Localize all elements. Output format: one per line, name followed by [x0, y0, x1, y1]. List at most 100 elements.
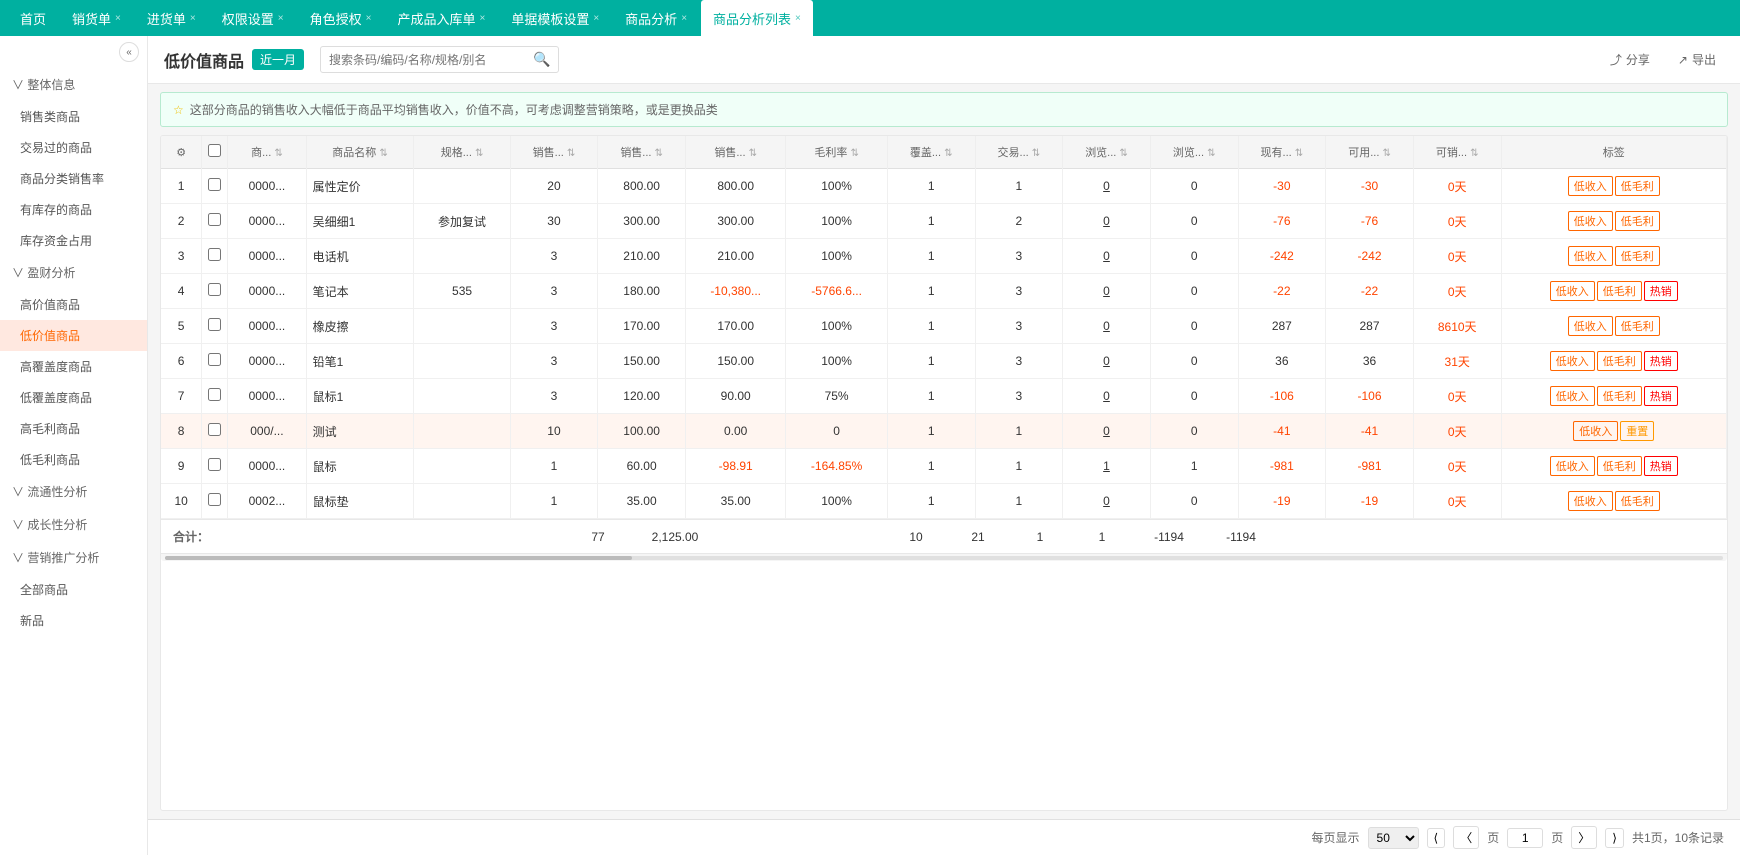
nav-close-icon[interactable]: ×: [278, 13, 284, 24]
sidebar-group-profit[interactable]: ∨ 盈财分析: [0, 256, 147, 289]
page-number-input[interactable]: [1507, 828, 1543, 848]
browse-link[interactable]: 0: [1103, 214, 1110, 228]
browse-link[interactable]: 0: [1103, 319, 1110, 333]
row-name[interactable]: 笔记本: [306, 274, 414, 309]
sidebar-item-low-value[interactable]: 低价值商品: [0, 320, 147, 351]
sidebar-group-liquidity[interactable]: ∨ 流通性分析: [0, 475, 147, 508]
sidebar-item-category-sales-rate[interactable]: 商品分类销售率: [0, 163, 147, 194]
sort-icon[interactable]: ⇅: [567, 148, 575, 159]
col-coverage: 覆盖... ⇅: [887, 136, 975, 169]
nav-close-icon[interactable]: ×: [681, 13, 687, 24]
sidebar-item-high-coverage[interactable]: 高覆盖度商品: [0, 351, 147, 382]
sort-icon[interactable]: ⇅: [1295, 148, 1303, 159]
browse-link[interactable]: 0: [1103, 494, 1110, 508]
sidebar-item-high-value[interactable]: 高价值商品: [0, 289, 147, 320]
row-checkbox[interactable]: [208, 353, 221, 366]
sort-icon[interactable]: ⇅: [274, 148, 282, 159]
sidebar-item-traded-products[interactable]: 交易过的商品: [0, 132, 147, 163]
nav-close-icon[interactable]: ×: [795, 13, 801, 24]
row-checkbox[interactable]: [208, 248, 221, 261]
sort-icon[interactable]: ⇅: [944, 148, 952, 159]
sidebar-item-stock-capital[interactable]: 库存资金占用: [0, 225, 147, 256]
nav-permission-settings[interactable]: 权限设置 ×: [210, 0, 296, 36]
select-all-checkbox[interactable]: [208, 144, 221, 157]
time-badge[interactable]: 近一月: [252, 49, 304, 70]
nav-home[interactable]: 首页: [8, 0, 58, 36]
nav-role-auth[interactable]: 角色授权 ×: [298, 0, 384, 36]
row-name[interactable]: 吴细细1: [306, 204, 414, 239]
sidebar-group-marketing[interactable]: ∨ 营销推广分析: [0, 541, 147, 574]
row-checkbox[interactable]: [208, 388, 221, 401]
sort-icon[interactable]: ⇅: [1032, 148, 1040, 159]
nav-close-icon[interactable]: ×: [479, 13, 485, 24]
sort-icon[interactable]: ⇅: [1119, 148, 1127, 159]
row-name[interactable]: 橡皮擦: [306, 309, 414, 344]
sidebar-item-new-products[interactable]: 新品: [0, 605, 147, 636]
prev-page-button[interactable]: 〈: [1453, 826, 1479, 849]
export-button[interactable]: ↗ 导出: [1670, 47, 1724, 72]
row-checkbox[interactable]: [208, 318, 221, 331]
settings-icon[interactable]: ⚙: [176, 147, 186, 159]
row-name[interactable]: 鼠标1: [306, 379, 414, 414]
nav-product-analysis[interactable]: 商品分析 ×: [613, 0, 699, 36]
sort-icon[interactable]: ⇅: [1382, 148, 1390, 159]
col-settings[interactable]: ⚙: [161, 136, 202, 169]
row-checkbox[interactable]: [208, 283, 221, 296]
sort-icon[interactable]: ⇅: [655, 148, 663, 159]
last-page-button[interactable]: ⟩: [1605, 828, 1624, 848]
nav-close-icon[interactable]: ×: [190, 13, 196, 24]
row-name[interactable]: 鼠标垫: [306, 484, 414, 519]
notice-bar: ☆ 这部分商品的销售收入大幅低于商品平均销售收入，价值不高，可考虑调整营销策略，…: [160, 92, 1728, 127]
next-page-button[interactable]: 〉: [1571, 826, 1597, 849]
nav-product-analysis-list[interactable]: 商品分析列表 ×: [701, 0, 813, 36]
sort-icon[interactable]: ⇅: [379, 148, 387, 159]
browse-link[interactable]: 0: [1103, 424, 1110, 438]
browse-link[interactable]: 0: [1103, 179, 1110, 193]
sort-icon[interactable]: ⇅: [850, 148, 858, 159]
sidebar-item-low-margin[interactable]: 低毛利商品: [0, 444, 147, 475]
nav-close-icon[interactable]: ×: [366, 13, 372, 24]
nav-sales-order[interactable]: 销货单 ×: [60, 0, 133, 36]
row-name[interactable]: 测试: [306, 414, 414, 449]
sidebar-collapse-button[interactable]: «: [119, 42, 139, 62]
sidebar-item-sales-products[interactable]: 销售类商品: [0, 101, 147, 132]
row-q5: 1: [887, 484, 975, 519]
browse-link[interactable]: 1: [1103, 459, 1110, 473]
search-icon[interactable]: 🔍: [533, 51, 550, 68]
browse-link[interactable]: 0: [1103, 249, 1110, 263]
browse-link[interactable]: 0: [1103, 284, 1110, 298]
nav-product-in[interactable]: 产成品入库单 ×: [385, 0, 497, 36]
sort-icon[interactable]: ⇅: [475, 148, 483, 159]
page-size-select[interactable]: 50 20 100: [1368, 827, 1419, 849]
first-page-button[interactable]: ⟨: [1427, 828, 1446, 848]
sidebar-item-all-products[interactable]: 全部商品: [0, 574, 147, 605]
row-checkbox[interactable]: [208, 458, 221, 471]
browse-link[interactable]: 0: [1103, 389, 1110, 403]
row-checkbox[interactable]: [208, 493, 221, 506]
row-checkbox[interactable]: [208, 423, 221, 436]
sort-icon[interactable]: ⇅: [1207, 148, 1215, 159]
row-name[interactable]: 属性定价: [306, 169, 414, 204]
sidebar-group-growth[interactable]: ∨ 成长性分析: [0, 508, 147, 541]
sort-icon[interactable]: ⇅: [1470, 148, 1478, 159]
nav-close-icon[interactable]: ×: [593, 13, 599, 24]
sidebar-item-high-margin[interactable]: 高毛利商品: [0, 413, 147, 444]
row-q5: 1: [887, 344, 975, 379]
nav-template-settings[interactable]: 单据模板设置 ×: [499, 0, 611, 36]
row-name[interactable]: 鼠标: [306, 449, 414, 484]
row-name[interactable]: 电话机: [306, 239, 414, 274]
share-button[interactable]: ⤴ 分享: [1602, 47, 1658, 72]
search-input[interactable]: [329, 53, 529, 67]
sidebar-group-overall[interactable]: ∨ 整体信息: [0, 68, 147, 101]
browse-link[interactable]: 0: [1103, 354, 1110, 368]
scroll-thumb[interactable]: [165, 556, 632, 560]
row-checkbox[interactable]: [208, 178, 221, 191]
row-name[interactable]: 铅笔1: [306, 344, 414, 379]
sort-icon[interactable]: ⇅: [749, 148, 757, 159]
sidebar-item-low-coverage[interactable]: 低覆盖度商品: [0, 382, 147, 413]
nav-purchase-order[interactable]: 进货单 ×: [135, 0, 208, 36]
row-checkbox[interactable]: [208, 213, 221, 226]
nav-close-icon[interactable]: ×: [115, 13, 121, 24]
sidebar-item-stock-products[interactable]: 有库存的商品: [0, 194, 147, 225]
horizontal-scrollbar[interactable]: [161, 553, 1727, 561]
